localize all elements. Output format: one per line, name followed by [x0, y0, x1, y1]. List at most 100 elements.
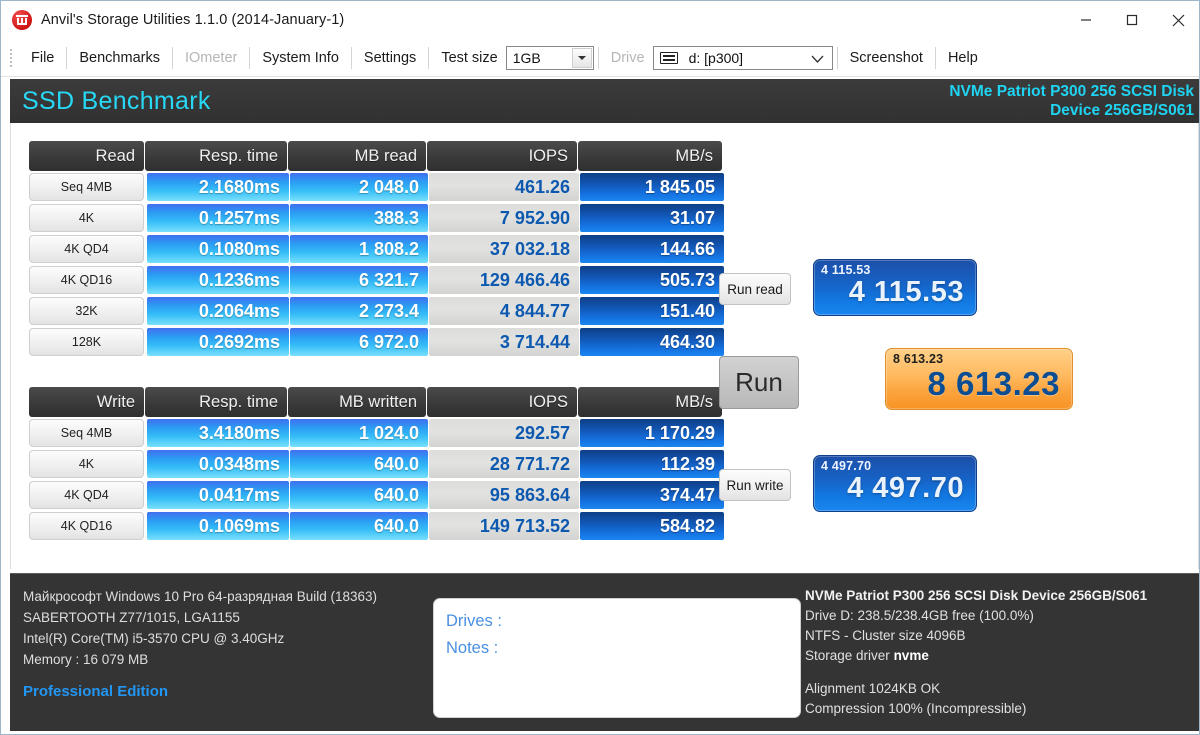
- run-read-button[interactable]: Run read: [719, 273, 791, 305]
- window-title: Anvil's Storage Utilities 1.1.0 (2014-Ja…: [41, 12, 345, 28]
- benchmark-results-area: Read Resp. time MB read IOPS MB/s Seq 4M…: [10, 123, 1199, 569]
- read-score-box: 4 115.53 4 115.53: [813, 259, 977, 316]
- table-row: 4K QD16 0.1069ms 640.0 149 713.52 584.82: [29, 512, 725, 543]
- menu-screenshot[interactable]: Screenshot: [838, 40, 935, 76]
- read-cell-resp: 2.1680ms: [147, 173, 289, 201]
- write-cell-mb: 640.0: [290, 512, 428, 540]
- read-row-label[interactable]: 32K: [29, 297, 144, 325]
- test-size-value: 1GB: [512, 49, 541, 66]
- read-cell-mbs: 1 845.05: [580, 173, 724, 201]
- write-results-table: Write Resp. time MB written IOPS MB/s Se…: [29, 387, 725, 543]
- menu-bar: File Benchmarks IOmeter System Info Sett…: [1, 39, 1199, 77]
- total-score-box: 8 613.23 8 613.23: [885, 348, 1073, 410]
- table-row: 4K QD16 0.1236ms 6 321.7 129 466.46 505.…: [29, 266, 725, 297]
- read-cell-iops: 3 714.44: [429, 328, 579, 356]
- table-row: Seq 4MB 2.1680ms 2 048.0 461.26 1 845.05: [29, 173, 725, 204]
- read-cell-mbs: 151.40: [580, 297, 724, 325]
- read-row-label[interactable]: 128K: [29, 328, 144, 356]
- write-cell-mbs: 374.47: [580, 481, 724, 509]
- memory: Memory : 16 079 MB: [23, 652, 149, 667]
- anvil-app-icon: [12, 10, 32, 30]
- total-score-value: 8 613.23: [927, 365, 1060, 402]
- read-cell-mb: 388.3: [290, 204, 428, 232]
- drive-alignment: Alignment 1024KB OK: [805, 681, 941, 696]
- drive-filesystem: NTFS - Cluster size 4096B: [805, 628, 966, 643]
- system-info-block: Майкрософт Windows 10 Pro 64-разрядная B…: [23, 586, 423, 702]
- test-size-label: Test size: [441, 49, 498, 66]
- table-row: 32K 0.2064ms 2 273.4 4 844.77 151.40: [29, 297, 725, 328]
- close-icon[interactable]: [1155, 1, 1199, 39]
- menu-help[interactable]: Help: [936, 40, 990, 76]
- cpu: Intel(R) Core(TM) i5-3570 CPU @ 3.40GHz: [23, 631, 285, 646]
- read-cell-mbs: 505.73: [580, 266, 724, 294]
- drive-capacity: Drive D: 238.5/238.4GB free (100.0%): [805, 608, 1034, 623]
- os-version: Майкрософт Windows 10 Pro 64-разрядная B…: [23, 589, 377, 604]
- menu-iometer: IOmeter: [184, 49, 238, 66]
- write-cell-mb: 640.0: [290, 481, 428, 509]
- drive-icon: [659, 51, 678, 64]
- menu-settings[interactable]: Settings: [352, 40, 428, 76]
- read-cell-mb: 1 808.2: [290, 235, 428, 263]
- write-table-header-row: Write Resp. time MB written IOPS MB/s: [29, 387, 725, 419]
- drive-select[interactable]: d: [p300]: [652, 45, 833, 70]
- page-title: SSD Benchmark: [22, 86, 211, 115]
- notes-input[interactable]: Drives : Notes :: [433, 598, 801, 718]
- table-row: 4K QD4 0.0417ms 640.0 95 863.64 374.47: [29, 481, 725, 512]
- write-cell-mbs: 584.82: [580, 512, 724, 540]
- write-cell-mb: 640.0: [290, 450, 428, 478]
- read-row-label[interactable]: 4K QD16: [29, 266, 144, 294]
- drive-label: Drive: [610, 49, 645, 66]
- read-cell-mb: 2 048.0: [290, 173, 428, 201]
- read-col-head-mbs: MB/s: [578, 141, 722, 171]
- read-row-label[interactable]: 4K: [29, 204, 144, 232]
- read-score-value: 4 115.53: [848, 276, 964, 308]
- test-size-select[interactable]: 1GB: [505, 45, 594, 70]
- read-col-head-iops: IOPS: [427, 141, 577, 171]
- run-write-button[interactable]: Run write: [719, 469, 791, 501]
- read-col-head-read: Read: [29, 141, 144, 171]
- write-cell-resp: 0.0348ms: [147, 450, 289, 478]
- toolbar-grip-icon[interactable]: [9, 47, 13, 68]
- write-cell-mbs: 112.39: [580, 450, 724, 478]
- read-table-header-row: Read Resp. time MB read IOPS MB/s: [29, 141, 725, 173]
- read-cell-iops: 37 032.18: [429, 235, 579, 263]
- maximize-icon[interactable]: [1109, 1, 1155, 39]
- notes-label: Notes :: [446, 639, 499, 657]
- read-cell-mb: 6 972.0: [290, 328, 428, 356]
- write-row-label[interactable]: 4K: [29, 450, 144, 478]
- read-cell-mb: 6 321.7: [290, 266, 428, 294]
- edition-badge: Professional Edition: [23, 683, 169, 700]
- read-row-label[interactable]: Seq 4MB: [29, 173, 144, 201]
- write-col-head-iops: IOPS: [427, 387, 577, 417]
- drive-driver-value: nvme: [893, 648, 929, 663]
- read-cell-mbs: 464.30: [580, 328, 724, 356]
- menu-file[interactable]: File: [19, 40, 66, 76]
- read-cell-resp: 0.2064ms: [147, 297, 289, 325]
- write-row-label[interactable]: Seq 4MB: [29, 419, 144, 447]
- menu-benchmarks[interactable]: Benchmarks: [67, 40, 172, 76]
- read-score-small: 4 115.53: [821, 263, 871, 277]
- write-cell-resp: 0.0417ms: [147, 481, 289, 509]
- chevron-down-icon[interactable]: [571, 47, 592, 68]
- read-row-label[interactable]: 4K QD4: [29, 235, 144, 263]
- chevron-down-icon[interactable]: [811, 50, 824, 66]
- read-cell-mbs: 144.66: [580, 235, 724, 263]
- device-name-line1: NVMe Patriot P300 256 SCSI Disk: [949, 83, 1194, 100]
- minimize-icon[interactable]: [1063, 1, 1109, 39]
- write-row-label[interactable]: 4K QD4: [29, 481, 144, 509]
- read-cell-resp: 0.2692ms: [147, 328, 289, 356]
- run-button[interactable]: Run: [719, 356, 799, 409]
- status-panel: Майкрософт Windows 10 Pro 64-разрядная B…: [10, 573, 1199, 731]
- drive-value: d: [p300]: [688, 49, 744, 66]
- write-col-head-resp: Resp. time: [145, 387, 287, 417]
- menu-system-info[interactable]: System Info: [250, 40, 351, 76]
- read-results-table: Read Resp. time MB read IOPS MB/s Seq 4M…: [29, 141, 725, 359]
- write-row-label[interactable]: 4K QD16: [29, 512, 144, 540]
- table-row: 4K QD4 0.1080ms 1 808.2 37 032.18 144.66: [29, 235, 725, 266]
- window-controls: [1063, 1, 1199, 39]
- drive-compression: Compression 100% (Incompressible): [805, 701, 1027, 716]
- write-col-head-mb: MB written: [288, 387, 426, 417]
- write-score-small: 4 497.70: [821, 459, 872, 473]
- total-score-small: 8 613.23: [893, 352, 944, 366]
